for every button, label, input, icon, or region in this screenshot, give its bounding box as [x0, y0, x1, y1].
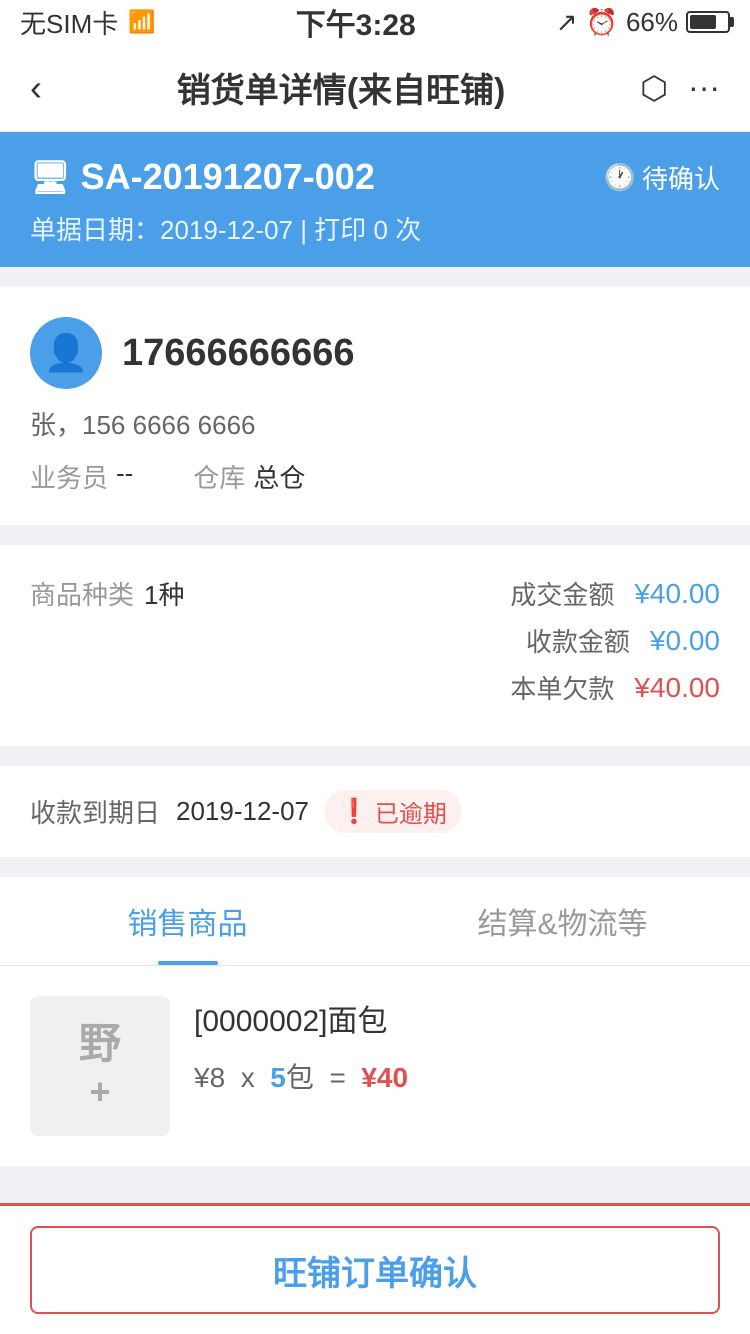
quantity: 5: [270, 1062, 286, 1093]
total-price: ¥40: [361, 1062, 408, 1093]
alarm-icon: ⏰: [586, 7, 618, 38]
owed-label: 本单欠款: [510, 669, 614, 706]
print-unit: 次: [395, 215, 421, 245]
date-label: 单据日期：: [30, 215, 160, 245]
status-clock-icon: 🕐: [604, 162, 636, 193]
transaction-amount-row: 成交金额 ¥40.00: [510, 575, 720, 612]
status-text: 待确认: [642, 159, 720, 196]
header-card: 🖥 SA-20191207-002 🕐 待确认 单据日期：2019-12-07 …: [0, 132, 750, 267]
warehouse-label: 仓库: [193, 458, 245, 495]
tab-settlement-label: 结算&物流等: [477, 899, 647, 943]
received-label: 收款金额: [526, 622, 630, 659]
salesman-value: --: [116, 458, 133, 495]
product-section: 野 + [0000002]面包 ¥8 x 5包 = ¥40: [0, 966, 750, 1166]
salesman-item: 业务员 --: [30, 458, 133, 495]
overdue-text: 已逾期: [375, 794, 447, 829]
product-info: [0000002]面包 ¥8 x 5包 = ¥40: [194, 996, 720, 1096]
unit-price: ¥8: [194, 1062, 225, 1093]
warehouse-item: 仓库 总仓: [193, 458, 305, 495]
thumb-logo-line1: 野: [79, 1019, 121, 1069]
equals-sign: =: [329, 1062, 345, 1093]
confirm-bar: 旺铺订单确认: [0, 1203, 750, 1334]
due-date-label: 收款到期日: [30, 793, 160, 830]
salesman-label: 业务员: [30, 458, 108, 495]
order-id: 🖥 SA-20191207-002: [30, 156, 375, 198]
status-right: ↗ ⏰ 66%: [556, 7, 730, 38]
order-meta: 单据日期：2019-12-07 | 打印 0 次: [30, 210, 720, 247]
status-time: 下午3:28: [296, 0, 416, 44]
page-title: 销货单详情(来自旺铺): [177, 63, 506, 112]
status-left: 无SIM卡 📶: [20, 4, 156, 41]
customer-phone: 17666666666: [122, 332, 354, 375]
tab-settlement[interactable]: 结算&物流等: [375, 877, 750, 965]
print-label: 打印: [314, 215, 366, 245]
transaction-label: 成交金额: [510, 575, 614, 612]
overdue-badge: ❗ 已逾期: [325, 790, 461, 833]
tab-sales-products[interactable]: 销售商品: [0, 877, 375, 965]
due-date-value: 2019-12-07: [176, 796, 309, 827]
product-code: [0000002]: [194, 1005, 327, 1038]
product-type-label: 商品种类: [30, 575, 134, 612]
confirm-button[interactable]: 旺铺订单确认: [30, 1226, 720, 1314]
tabs: 销售商品 结算&物流等: [0, 877, 750, 965]
nav-bar: ‹ 销货单详情(来自旺铺) ⬡ ···: [0, 44, 750, 132]
nav-right-actions: ⬡ ···: [640, 69, 720, 107]
wifi-icon: 📶: [128, 9, 155, 35]
due-date-card: 收款到期日 2019-12-07 ❗ 已逾期: [0, 766, 750, 857]
received-amount-row: 收款金额 ¥0.00: [510, 622, 720, 659]
thumb-logo-line2: +: [79, 1070, 121, 1113]
overdue-icon: ❗: [339, 797, 369, 826]
location-icon: ↗: [556, 7, 578, 38]
product-name: [0000002]面包: [194, 996, 720, 1040]
status-bar: 无SIM卡 📶 下午3:28 ↗ ⏰ 66%: [0, 0, 750, 44]
battery-percentage: 66%: [626, 7, 678, 38]
order-icon: 🖥: [30, 158, 71, 196]
amounts-right: 成交金额 ¥40.00 收款金额 ¥0.00 本单欠款 ¥40.00: [510, 575, 720, 716]
product-name-text: 面包: [327, 1005, 387, 1038]
customer-info: 张，156 6666 6666: [30, 405, 720, 442]
owed-amount-row: 本单欠款 ¥40.00: [510, 669, 720, 706]
order-id-text: SA-20191207-002: [81, 156, 375, 198]
warehouse-value: 总仓: [253, 458, 305, 495]
product-thumbnail: 野 +: [30, 996, 170, 1136]
customer-card: 👤 17666666666 张，156 6666 6666 业务员 -- 仓库 …: [0, 287, 750, 525]
owed-value: ¥40.00: [634, 672, 720, 704]
transaction-value: ¥40.00: [634, 578, 720, 610]
carrier-text: 无SIM卡: [20, 4, 118, 41]
customer-detail: 业务员 -- 仓库 总仓: [30, 458, 720, 495]
customer-top: 👤 17666666666: [30, 317, 720, 389]
battery-icon: [686, 11, 730, 33]
separator: |: [300, 215, 307, 245]
product-item: 野 + [0000002]面包 ¥8 x 5包 = ¥40: [30, 996, 720, 1136]
date-value: 2019-12-07: [160, 215, 293, 245]
tab-sales-label: 销售商品: [128, 899, 248, 943]
tabs-container: 销售商品 结算&物流等: [0, 877, 750, 966]
share-icon[interactable]: ⬡: [640, 69, 668, 107]
product-price: ¥8 x 5包 = ¥40: [194, 1056, 720, 1096]
unit: 包: [286, 1062, 314, 1093]
status-badge: 🕐 待确认: [604, 159, 720, 196]
more-icon[interactable]: ···: [688, 69, 720, 106]
product-type-value: 1种: [144, 575, 184, 612]
product-type: 商品种类 1种: [30, 575, 184, 612]
back-button[interactable]: ‹: [30, 67, 42, 109]
received-value: ¥0.00: [650, 625, 720, 657]
amounts-card: 商品种类 1种 成交金额 ¥40.00 收款金额 ¥0.00 本单欠款 ¥40.…: [0, 545, 750, 746]
avatar: 👤: [30, 317, 102, 389]
print-count: 0: [374, 215, 388, 245]
amounts-top: 商品种类 1种 成交金额 ¥40.00 收款金额 ¥0.00 本单欠款 ¥40.…: [30, 575, 720, 716]
multiply-sign: x: [241, 1062, 255, 1093]
avatar-icon: 👤: [44, 332, 89, 374]
header-top: 🖥 SA-20191207-002 🕐 待确认: [30, 156, 720, 198]
